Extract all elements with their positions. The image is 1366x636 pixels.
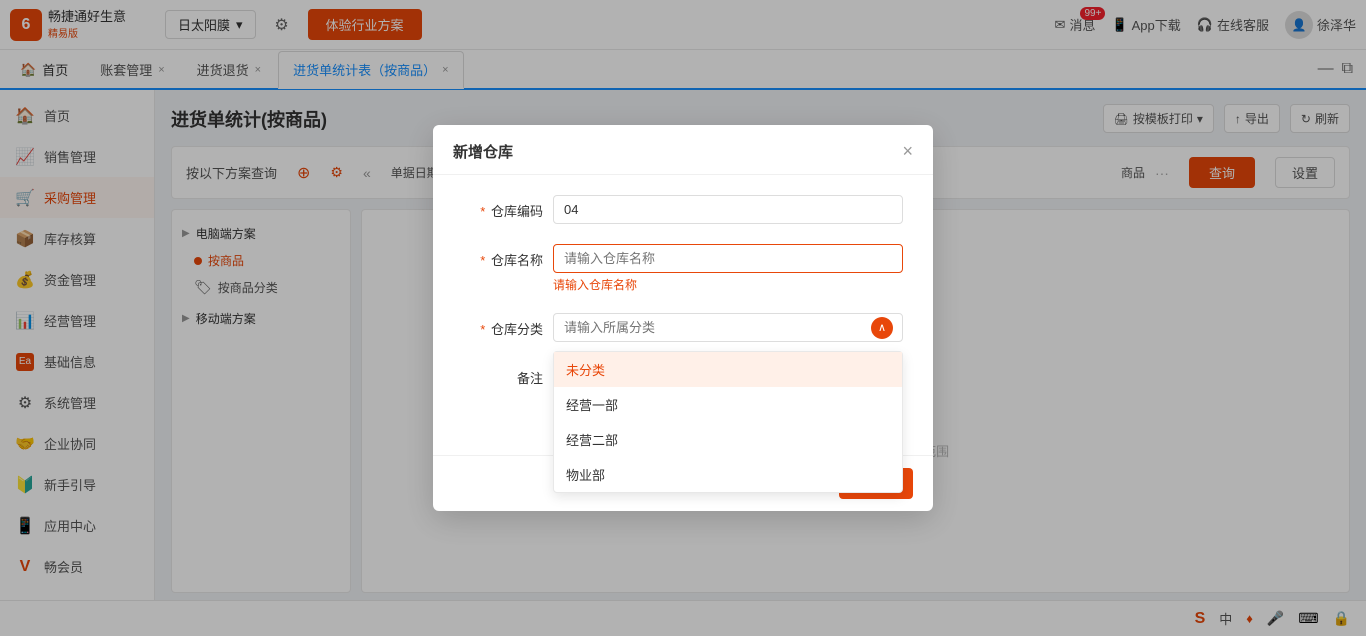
warehouse-code-label: * 仓库编码 [463, 195, 543, 220]
warehouse-code-input[interactable] [553, 195, 903, 224]
required-star-2: * [480, 253, 485, 268]
category-select-wrapper: ∧ 未分类 经营一部 经营二部 物业部 [553, 313, 903, 342]
category-option-2[interactable]: 经营二部 [554, 422, 902, 457]
required-star-1: * [480, 204, 485, 219]
category-option-3[interactable]: 物业部 [554, 457, 902, 492]
category-option-0[interactable]: 未分类 [554, 352, 902, 387]
dialog-body: * 仓库编码 * 仓库名称 请输入仓库名称 [433, 175, 933, 455]
category-option-1[interactable]: 经营一部 [554, 387, 902, 422]
warehouse-note-label: 备注 [463, 362, 543, 387]
warehouse-code-control [553, 195, 903, 224]
warehouse-name-control: 请输入仓库名称 [553, 244, 903, 293]
category-dropdown: 未分类 经营一部 经营二部 物业部 [553, 351, 903, 493]
warehouse-category-row: * 仓库分类 ∧ 未分类 经营一部 经营二部 物业部 [463, 313, 903, 342]
category-arrow-icon[interactable]: ∧ [871, 317, 893, 339]
required-star-3: * [480, 322, 485, 337]
category-select-input[interactable] [553, 313, 903, 342]
dialog-header: 新增仓库 × [433, 125, 933, 175]
dialog-title: 新增仓库 [453, 141, 513, 162]
dialog-close-icon[interactable]: × [902, 141, 913, 162]
dialog-overlay: 新增仓库 × * 仓库编码 * 仓库名称 [0, 0, 1366, 636]
warehouse-name-label: * 仓库名称 [463, 244, 543, 269]
new-warehouse-dialog: 新增仓库 × * 仓库编码 * 仓库名称 [433, 125, 933, 511]
warehouse-name-input[interactable] [553, 244, 903, 273]
warehouse-name-row: * 仓库名称 请输入仓库名称 [463, 244, 903, 293]
warehouse-code-row: * 仓库编码 [463, 195, 903, 224]
warehouse-category-label: * 仓库分类 [463, 313, 543, 338]
warehouse-category-control: ∧ 未分类 经营一部 经营二部 物业部 [553, 313, 903, 342]
warehouse-name-error: 请输入仓库名称 [553, 276, 903, 293]
